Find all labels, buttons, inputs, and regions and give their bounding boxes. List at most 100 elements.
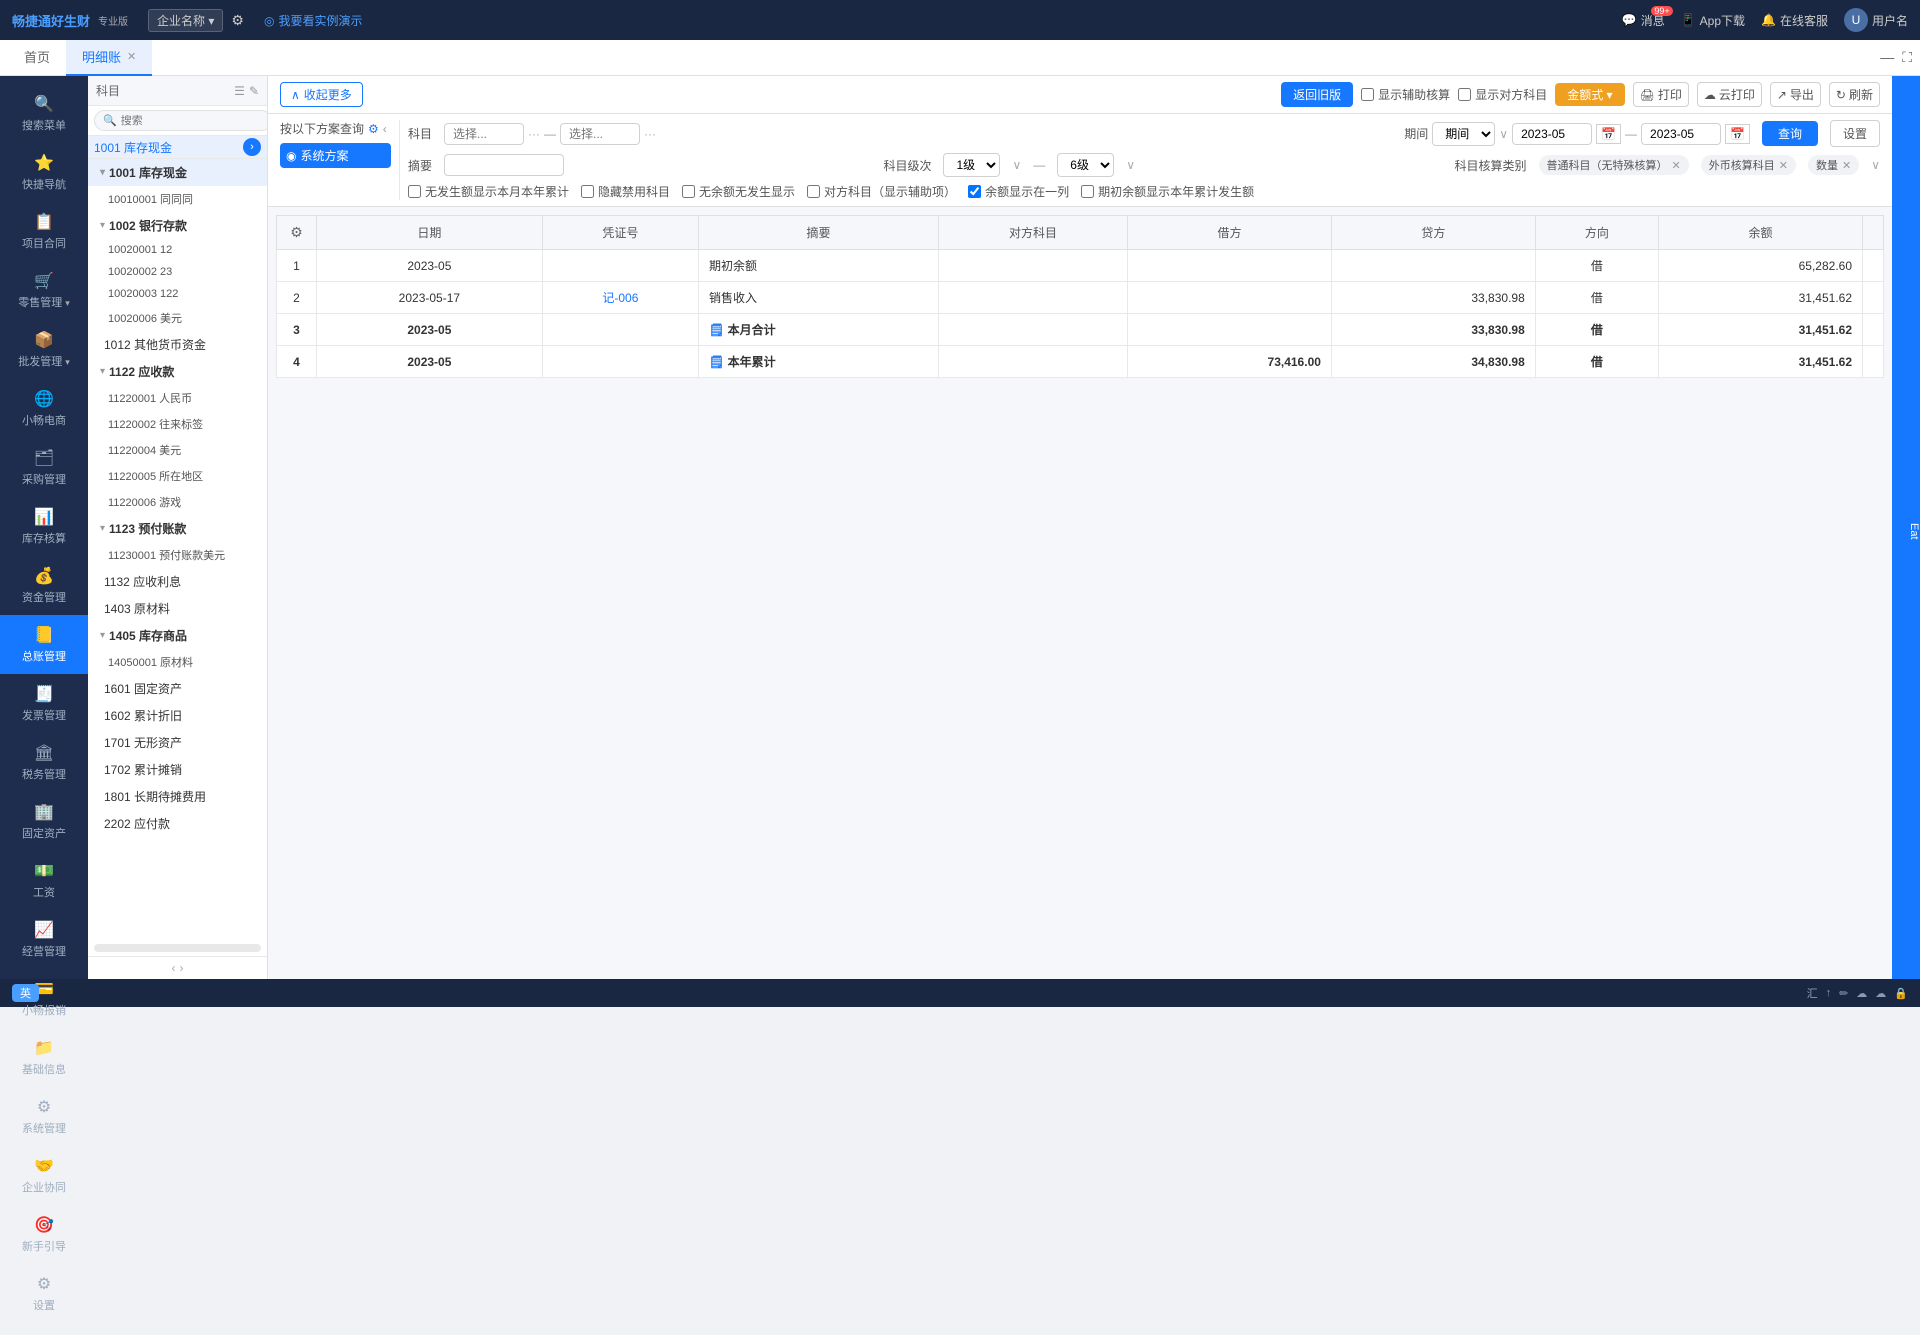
- account-item-1122[interactable]: ▾ 1122 应收款: [88, 358, 267, 385]
- statusbar-translate-icon[interactable]: 汇: [1807, 985, 1818, 1001]
- account-item-11220004[interactable]: 11220004 美元: [88, 437, 267, 463]
- checkbox-no-balance-show-input[interactable]: [682, 185, 695, 198]
- account-item-1132[interactable]: 1132 应收利息: [88, 568, 267, 595]
- account-item-11220005[interactable]: 11220005 所在地区: [88, 463, 267, 489]
- account-search-input[interactable]: [121, 115, 263, 127]
- user-avatar[interactable]: U 用户名: [1844, 8, 1908, 32]
- nav-search[interactable]: 🔍 搜索菜单: [0, 84, 88, 143]
- checkbox-hide-disabled[interactable]: 隐藏禁用科目: [581, 183, 670, 200]
- account-item-1702[interactable]: 1702 累计摊销: [88, 756, 267, 783]
- cell-voucher-2[interactable]: 记-006: [542, 282, 698, 314]
- show-opposite-checkbox[interactable]: 显示对方科目: [1458, 86, 1547, 103]
- account-item-14050001[interactable]: 14050001 原材料: [88, 649, 267, 675]
- voucher-link-2[interactable]: 记-006: [602, 291, 638, 305]
- nav-management[interactable]: 📈 经营管理: [0, 910, 88, 969]
- online-service-btn[interactable]: 🔔 在线客服: [1761, 12, 1828, 29]
- account-item-2202[interactable]: 2202 应付款: [88, 810, 267, 837]
- statusbar-cloud1-icon[interactable]: ☁: [1856, 987, 1867, 1000]
- system-scheme-btn[interactable]: ◉ 系统方案: [280, 143, 391, 168]
- account-item-1123[interactable]: ▾ 1123 预付账款: [88, 515, 267, 542]
- nav-wholesale[interactable]: 📦 批发管理 ▾: [0, 320, 88, 379]
- settings-icon[interactable]: ⚙: [231, 12, 244, 29]
- input-method-btn[interactable]: 英: [12, 984, 39, 1002]
- format-btn[interactable]: 金额式 ▾: [1555, 83, 1624, 106]
- statusbar-arrow-icon[interactable]: ↑: [1826, 987, 1832, 999]
- account-item-10020003[interactable]: 10020003 122: [88, 283, 267, 305]
- cloud-print-btn[interactable]: ☁ 云打印: [1697, 82, 1762, 107]
- nav-quick[interactable]: ⭐ 快捷导航: [0, 143, 88, 202]
- checkbox-opposite-subject-input[interactable]: [807, 185, 820, 198]
- nav-assets[interactable]: 🏢 固定资产: [0, 792, 88, 851]
- tab-maximize-icon[interactable]: ⛶: [1902, 49, 1912, 66]
- tab-close-icon[interactable]: ✕: [127, 50, 136, 63]
- show-helper-checkbox[interactable]: 显示辅助核算: [1361, 86, 1450, 103]
- account-item-11230001[interactable]: 11230001 预付账款美元: [88, 542, 267, 568]
- filter-settings-icon[interactable]: ⚙: [368, 122, 379, 136]
- account-item-10010001[interactable]: 10010001 同同同: [88, 186, 267, 212]
- checkbox-opening-balance[interactable]: 期初余额显示本年累计发生额: [1081, 183, 1254, 200]
- nav-ledger[interactable]: 📒 总账管理: [0, 615, 88, 674]
- nav-project[interactable]: 📋 项目合同: [0, 202, 88, 261]
- account-nav-btn[interactable]: ›: [243, 138, 261, 156]
- nav-system[interactable]: ⚙ 系统管理: [0, 1087, 88, 1146]
- tree-prev-icon[interactable]: ‹: [172, 961, 176, 975]
- settings-btn[interactable]: 设置: [1830, 120, 1880, 147]
- app-download-btn[interactable]: 📱 App下载: [1681, 12, 1745, 29]
- subject-start-input[interactable]: [444, 123, 524, 145]
- table-settings-icon[interactable]: ⚙: [290, 224, 303, 240]
- account-item-1403[interactable]: 1403 原材料: [88, 595, 267, 622]
- period-end-input[interactable]: [1641, 123, 1721, 145]
- account-item-11220006[interactable]: 11220006 游戏: [88, 489, 267, 515]
- checkbox-no-balance-input[interactable]: [408, 185, 421, 198]
- message-btn[interactable]: 💬 消息 99+: [1622, 12, 1665, 29]
- back-old-version-btn[interactable]: 返回旧版: [1281, 82, 1353, 107]
- account-item-1012[interactable]: 1012 其他货币资金: [88, 331, 267, 358]
- checkbox-balance-column-input[interactable]: [968, 185, 981, 198]
- nav-retail[interactable]: 🛒 零售管理 ▾: [0, 261, 88, 320]
- right-assistant-panel[interactable]: Eat: [1892, 76, 1920, 979]
- nav-cooperation[interactable]: 🤝 企业协同: [0, 1146, 88, 1205]
- summary-input[interactable]: [444, 154, 564, 176]
- tab-home[interactable]: 首页: [8, 40, 66, 76]
- account-list-icon[interactable]: ☰: [234, 84, 245, 98]
- account-item-1405[interactable]: ▾ 1405 库存商品: [88, 622, 267, 649]
- demo-link[interactable]: ◎我要看实例演示: [264, 12, 1622, 29]
- remove-foreign-tag-btn[interactable]: ✕: [1779, 159, 1788, 172]
- nav-invoice[interactable]: 🧾 发票管理: [0, 674, 88, 733]
- subject-level-start-select[interactable]: 1级: [943, 153, 1000, 177]
- checkbox-hide-disabled-input[interactable]: [581, 185, 594, 198]
- print-btn[interactable]: 🖨 打印: [1633, 82, 1689, 107]
- remove-quantity-tag-btn[interactable]: ✕: [1842, 159, 1851, 172]
- query-btn[interactable]: 查询: [1762, 121, 1818, 146]
- nav-settings-btn[interactable]: ⚙ 设置: [29, 1264, 59, 1323]
- account-item-1602[interactable]: 1602 累计折旧: [88, 702, 267, 729]
- nav-salary[interactable]: 💵 工资: [0, 851, 88, 910]
- account-item-1601[interactable]: 1601 固定资产: [88, 675, 267, 702]
- nav-ecommerce[interactable]: 🌐 小畅电商: [0, 379, 88, 438]
- account-item-10020006[interactable]: 10020006 美元: [88, 305, 267, 331]
- nav-tax[interactable]: 🏛 税务管理: [0, 733, 88, 792]
- account-item-11220002[interactable]: 11220002 往来标签: [88, 411, 267, 437]
- remove-normal-tag-btn[interactable]: ✕: [1672, 159, 1681, 172]
- statusbar-edit-icon[interactable]: ✏: [1839, 987, 1848, 1000]
- company-dropdown[interactable]: 企业名称 ▾: [148, 9, 223, 32]
- show-opposite-input[interactable]: [1458, 88, 1471, 101]
- subject-level-end-select[interactable]: 6级: [1057, 153, 1114, 177]
- subject-type-dropdown-icon[interactable]: ∨: [1871, 158, 1880, 172]
- account-item-1801[interactable]: 1801 长期待摊费用: [88, 783, 267, 810]
- statusbar-cloud2-icon[interactable]: ☁: [1875, 987, 1886, 1000]
- calendar-end-icon[interactable]: 📅: [1725, 124, 1750, 144]
- period-start-input[interactable]: [1512, 123, 1592, 145]
- account-item-1701[interactable]: 1701 无形资产: [88, 729, 267, 756]
- filter-collapse-icon[interactable]: ‹: [383, 122, 387, 136]
- collapse-more-btn[interactable]: ∧ 收起更多: [280, 82, 363, 107]
- refresh-btn[interactable]: ↻ 刷新: [1829, 82, 1880, 107]
- account-edit-icon[interactable]: ✎: [249, 84, 259, 98]
- checkbox-opening-balance-input[interactable]: [1081, 185, 1094, 198]
- account-scrollbar[interactable]: [94, 944, 261, 952]
- nav-inventory[interactable]: 📊 库存核算: [0, 497, 88, 556]
- checkbox-balance-column[interactable]: 余额显示在一列: [968, 183, 1069, 200]
- nav-purchase[interactable]: 🗂 采购管理: [0, 438, 88, 497]
- account-item-1002[interactable]: ▾ 1002 银行存款: [88, 212, 267, 239]
- tab-detail[interactable]: 明细账 ✕: [66, 40, 152, 76]
